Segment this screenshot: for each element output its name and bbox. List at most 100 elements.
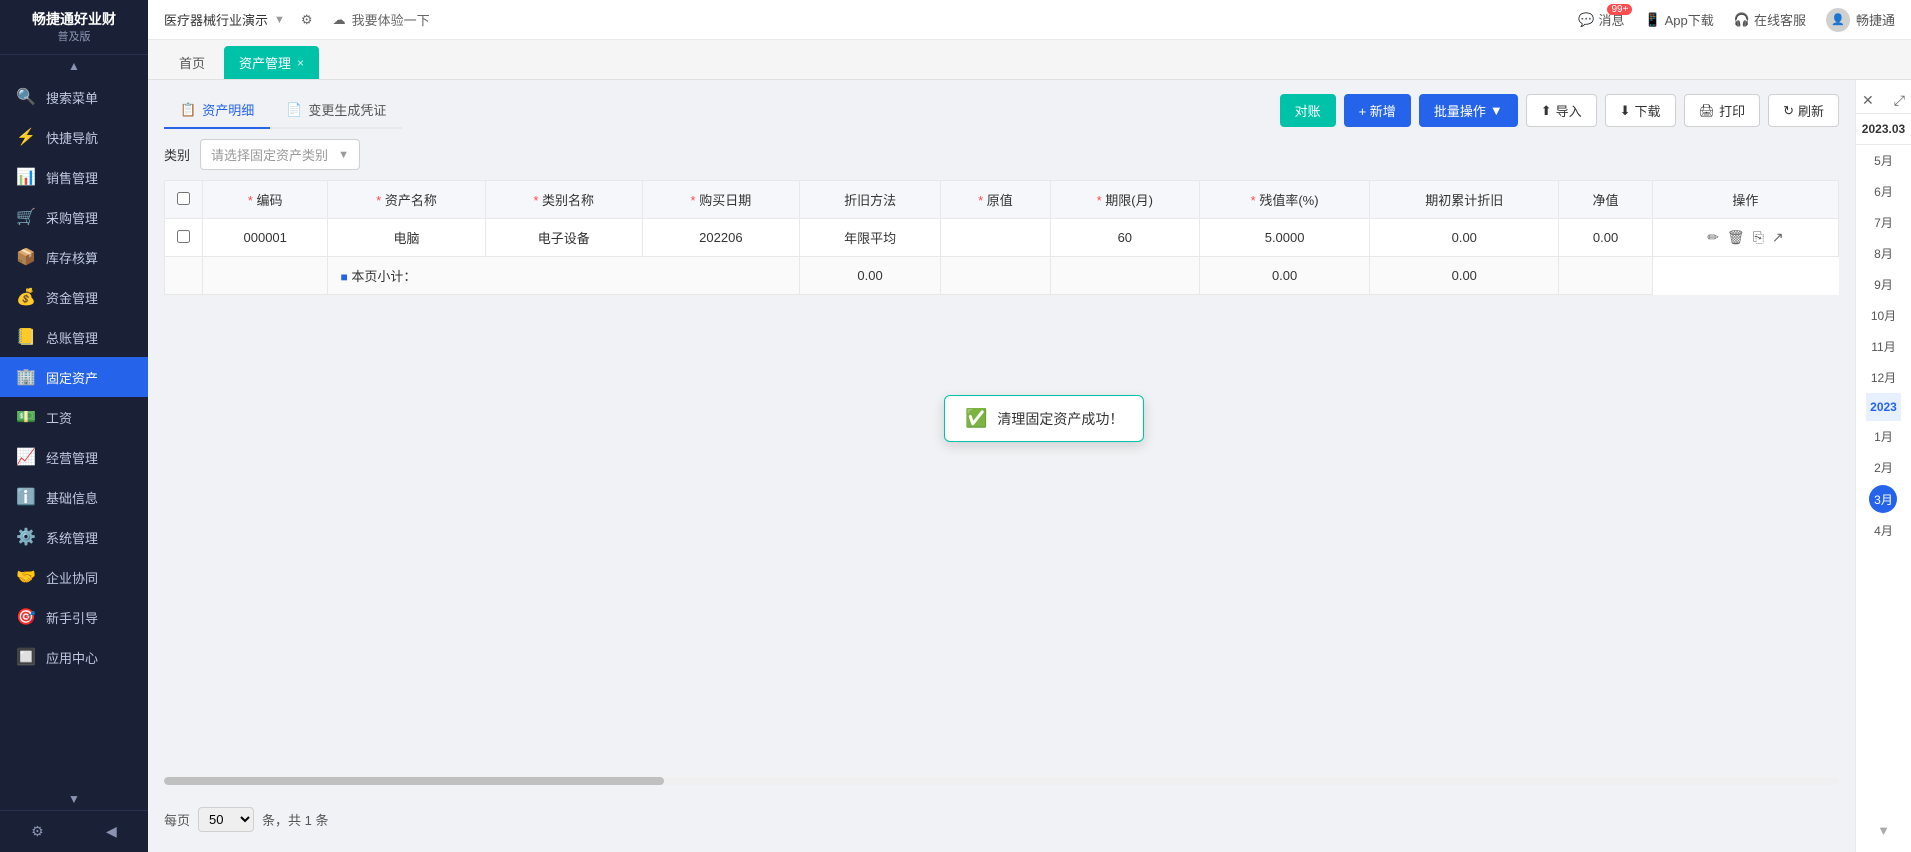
message-button[interactable]: 💬 消息 99+ (1578, 10, 1624, 29)
sidebar-item-ledger[interactable]: 📒总账管理 (0, 317, 148, 357)
add-new-button[interactable]: + 新增 (1344, 94, 1411, 127)
user-menu[interactable]: 👤 畅捷通 (1826, 8, 1895, 32)
right-panel-expand-icon[interactable]: ⤢ (1894, 92, 1905, 109)
subtotal-row: ■ 本页小计： 0.00 0.00 0.00 (165, 257, 1839, 295)
sidebar-label-operations: 经营管理 (46, 448, 98, 467)
copy-icon[interactable]: ⎘ (1753, 229, 1764, 246)
months-container: 5月6月7月8月9月10月11月12月20231月2月3月4月 (1866, 145, 1901, 546)
reconcile-button[interactable]: 对账 (1280, 94, 1336, 127)
print-button[interactable]: 🖨 打印 (1684, 94, 1761, 127)
category-filter[interactable]: 请选择固定资产类别 ▼ (200, 139, 360, 170)
more-icon[interactable]: ↗ (1772, 229, 1784, 246)
month-item[interactable]: 1月 (1866, 421, 1901, 452)
settings-gear-icon[interactable]: ⚙ (301, 12, 313, 28)
month-item[interactable]: 9月 (1866, 269, 1901, 300)
cell-code: 000001 (203, 219, 328, 257)
cell-category: 电子设备 (485, 219, 642, 257)
experience-link[interactable]: ☁ 我要体验一下 (333, 10, 430, 29)
per-page-label: 每页 (164, 810, 190, 829)
right-panel-close-icon[interactable]: ✕ (1862, 92, 1874, 109)
month-item[interactable]: 8月 (1866, 238, 1901, 269)
month-item[interactable]: 11月 (1866, 331, 1901, 362)
col-initial-dep: 期初累计折旧 (1370, 181, 1559, 219)
collapse-icon[interactable]: ◀ (98, 819, 125, 844)
month-item[interactable]: 2月 (1866, 452, 1901, 483)
import-button[interactable]: ⬆ 导入 (1526, 94, 1597, 127)
main-area: 医疗器械行业演示 ▼ ⚙ ☁ 我要体验一下 💬 消息 99+ 📱 App下载 🎧… (148, 0, 1911, 852)
table-footer: 每页 50 100 200 条，共 1 条 (164, 799, 1839, 840)
edit-icon[interactable]: ✏ (1707, 229, 1719, 246)
tab-close-icon[interactable]: × (297, 56, 304, 70)
sidebar-item-purchase[interactable]: 🛒采购管理 (0, 197, 148, 237)
sidebar-label-app-center: 应用中心 (46, 648, 98, 667)
sidebar-label-payroll: 工资 (46, 408, 72, 427)
panel-scroll-down[interactable]: ▼ (1871, 817, 1896, 844)
sidebar-item-guide[interactable]: 🎯新手引导 (0, 597, 148, 637)
sidebar-item-search[interactable]: 🔍搜索菜单 (0, 77, 148, 117)
month-item[interactable]: 10月 (1866, 300, 1901, 331)
phone-icon: 📱 (1644, 12, 1660, 28)
sidebar-item-basic-info[interactable]: ℹ️基础信息 (0, 477, 148, 517)
sidebar-item-operations[interactable]: 📈 经营管理 (0, 437, 148, 477)
success-toast: ✅ 清理固定资产成功！ (944, 395, 1144, 442)
month-item[interactable]: 2023 (1866, 393, 1901, 421)
subtotal-icon: ■ (340, 270, 347, 284)
company-selector[interactable]: 医疗器械行业演示 ▼ (164, 10, 285, 29)
select-all-checkbox[interactable] (177, 192, 190, 205)
month-item[interactable]: 5月 (1866, 145, 1901, 176)
month-item[interactable]: 7月 (1866, 207, 1901, 238)
sub-tab-asset-detail[interactable]: 📋 资产明细 (164, 92, 270, 129)
per-page-select[interactable]: 50 100 200 (198, 807, 254, 832)
sidebar: 畅捷通好业财 普及版 ▲ 🔍搜索菜单⚡快捷导航📊销售管理🛒采购管理📦库存核算💰资… (0, 0, 148, 852)
month-item[interactable]: 4月 (1866, 515, 1901, 546)
sidebar-item-app-center[interactable]: 🔲应用中心 (0, 637, 148, 677)
toast-message: 清理固定资产成功！ (997, 409, 1123, 429)
username: 畅捷通 (1856, 10, 1895, 29)
tab-asset-management[interactable]: 资产管理 × (224, 46, 319, 79)
sidebar-item-sales[interactable]: 📊销售管理 (0, 157, 148, 197)
sub-tab-voucher[interactable]: 📄 变更生成凭证 (270, 92, 402, 129)
month-item[interactable]: 3月 (1869, 485, 1897, 513)
company-dropdown-icon: ▼ (274, 14, 285, 26)
sidebar-label-quick-nav: 快捷导航 (46, 128, 98, 147)
sidebar-scroll-up[interactable]: ▲ (0, 55, 148, 77)
refresh-button[interactable]: ↻ 刷新 (1768, 94, 1839, 127)
sidebar-item-payroll[interactable]: 💵工资 (0, 397, 148, 437)
reconcile-label: 对账 (1295, 101, 1321, 120)
sidebar-label-basic-info: 基础信息 (46, 488, 98, 507)
settings-icon[interactable]: ⚙ (23, 819, 52, 844)
sidebar-item-system[interactable]: ⚙️ 系统管理 (0, 517, 148, 557)
import-icon: ⬆ (1541, 103, 1552, 119)
operations-icon: 📈 (16, 447, 36, 467)
app-subtitle: 普及版 (58, 28, 91, 44)
batch-ops-button[interactable]: 批量操作 ▼ (1419, 94, 1518, 127)
delete-icon[interactable]: 🗑 (1727, 229, 1745, 246)
month-item[interactable]: 12月 (1866, 362, 1901, 393)
online-service-button[interactable]: 🎧 在线客服 (1734, 10, 1806, 29)
chevron-down-icon: ▼ (68, 792, 80, 806)
tab-home[interactable]: 首页 (164, 46, 220, 79)
document-icon: 📄 (286, 102, 302, 118)
col-net-value: 净值 (1559, 181, 1653, 219)
horizontal-scrollbar[interactable] (164, 777, 1839, 785)
sub-tab-asset-detail-label: 资产明细 (202, 100, 254, 119)
col-residual-rate: 残值率(%) (1199, 181, 1369, 219)
app-download-button[interactable]: 📱 App下载 (1644, 10, 1713, 29)
sidebar-item-enterprise[interactable]: 🤝企业协同 (0, 557, 148, 597)
sidebar-scroll-down[interactable]: ▼ (0, 788, 148, 810)
sidebar-nav: 🔍搜索菜单⚡快捷导航📊销售管理🛒采购管理📦库存核算💰资金管理📒总账管理🏢固定资产… (0, 77, 148, 788)
sidebar-bottom: ⚙ ◀ (0, 810, 148, 852)
scrollbar-thumb[interactable] (164, 777, 664, 785)
sidebar-item-quick-nav[interactable]: ⚡快捷导航 (0, 117, 148, 157)
sidebar-item-inventory[interactable]: 📦库存核算 (0, 237, 148, 277)
cell-initial-dep: 0.00 (1370, 219, 1559, 257)
system-icon: ⚙️ (16, 527, 36, 547)
download-button[interactable]: ⬇ 下载 (1605, 94, 1676, 127)
sidebar-label-system: 系统管理 (46, 528, 98, 547)
row-checkbox[interactable] (177, 230, 190, 243)
month-item[interactable]: 6月 (1866, 176, 1901, 207)
app-download-label: App下载 (1665, 10, 1714, 29)
sidebar-item-fixed-assets[interactable]: 🏢固定资产 (0, 357, 148, 397)
sidebar-item-finance[interactable]: 💰资金管理 (0, 277, 148, 317)
chevron-up-icon: ▲ (68, 59, 80, 73)
